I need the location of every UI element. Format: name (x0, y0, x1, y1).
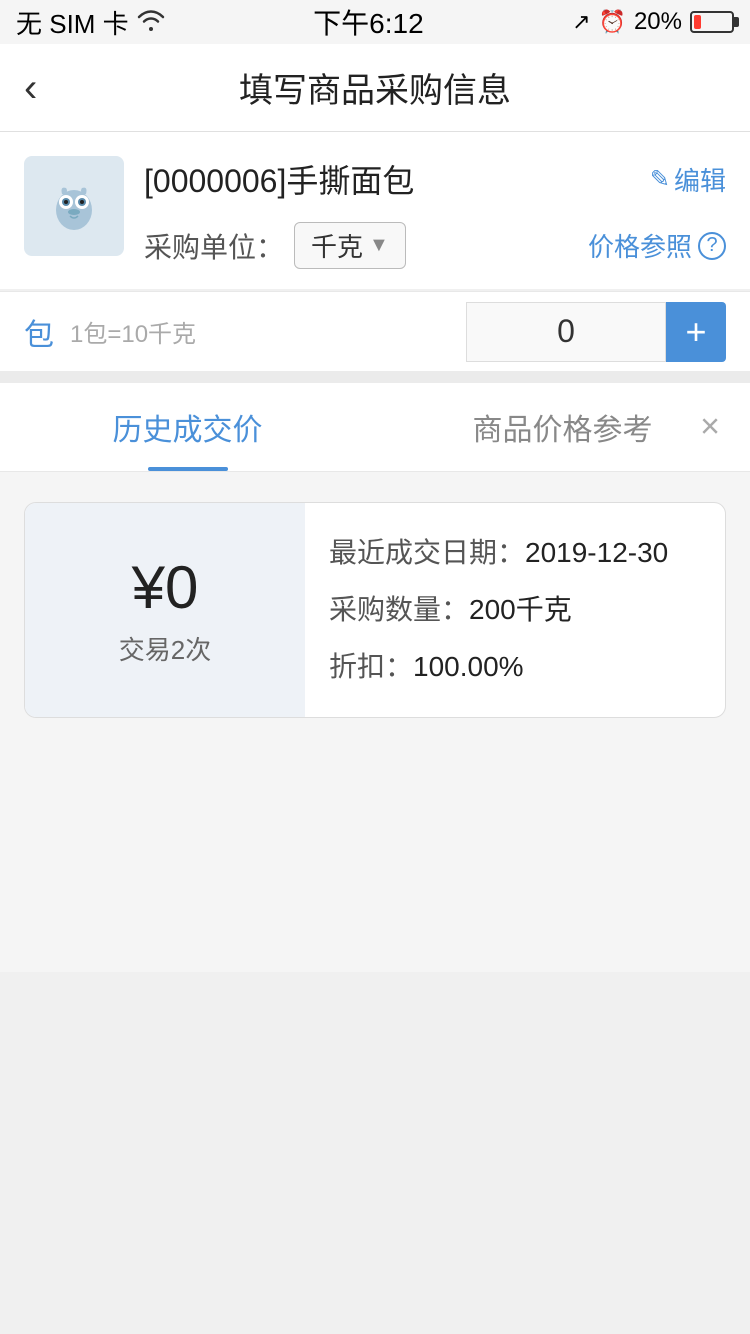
product-section: [0000006]手撕面包 ✎ 编辑 采购单位： 千克 ▼ 价格参照 ? (0, 132, 750, 289)
battery-percent: 20% (634, 8, 682, 36)
price-details: 最近成交日期：2019-12-30 采购数量：200千克 折扣：100.00% (305, 503, 725, 717)
product-name: [0000006]手撕面包 (144, 156, 414, 202)
quantity-increment-button[interactable]: + (666, 302, 726, 362)
section-separator (0, 371, 750, 383)
unit-dropdown-icon: ▼ (369, 234, 389, 257)
quantity-unit-label: 包 (24, 310, 54, 354)
product-row: [0000006]手撕面包 ✎ 编辑 采购单位： 千克 ▼ 价格参照 ? (24, 156, 726, 269)
edit-icon: ✎ (650, 165, 670, 194)
sim-label: 无 SIM 卡 (16, 4, 129, 41)
location-icon: ↗ (572, 9, 590, 35)
quantity-value: 0 (557, 313, 575, 350)
quantity-hint: 1包=10千克 (70, 314, 196, 349)
tab-close-button[interactable]: × (700, 408, 720, 447)
edit-label: 编辑 (674, 161, 726, 198)
price-detail-discount-label: 折扣： (329, 651, 413, 682)
price-detail-quantity-value: 200千克 (469, 594, 572, 625)
product-thumbnail (24, 156, 124, 256)
price-reference-button[interactable]: 价格参照 ? (588, 227, 726, 264)
price-transaction-count: 交易2次 (119, 630, 211, 667)
content-area: ¥0 交易2次 最近成交日期：2019-12-30 采购数量：200千克 折扣：… (0, 472, 750, 972)
price-detail-quantity-label: 采购数量： (329, 594, 469, 625)
quantity-input[interactable]: 0 (466, 302, 666, 362)
status-left: 无 SIM 卡 (16, 4, 165, 41)
price-summary: ¥0 交易2次 (25, 503, 305, 717)
price-detail-discount: 折扣：100.00% (329, 647, 701, 686)
status-bar: 无 SIM 卡 下午6:12 ↗ ⏰ 20% (0, 0, 750, 44)
alarm-icon: ⏰ (599, 9, 626, 35)
price-detail-discount-value: 100.00% (413, 651, 524, 682)
battery-fill (694, 15, 701, 29)
quantity-label-group: 包 1包=10千克 (24, 310, 196, 354)
battery-icon (690, 11, 734, 33)
quantity-input-group: 0 + (466, 302, 726, 362)
price-ref-label: 价格参照 (588, 227, 692, 264)
page-title: 填写商品采购信息 (239, 63, 511, 112)
purchase-unit-row: 采购单位： 千克 ▼ 价格参照 ? (144, 222, 726, 269)
quantity-section: 包 1包=10千克 0 + (0, 291, 750, 371)
tab-active-indicator (148, 467, 228, 471)
price-detail-quantity: 采购数量：200千克 (329, 590, 701, 629)
wifi-icon (137, 7, 165, 38)
price-amount: ¥0 (132, 553, 199, 622)
price-detail-date: 最近成交日期：2019-12-30 (329, 533, 701, 572)
unit-group: 采购单位： 千克 ▼ (144, 222, 406, 269)
unit-select[interactable]: 千克 ▼ (294, 222, 406, 269)
status-right: ↗ ⏰ 20% (572, 8, 734, 36)
nav-bar: ‹ 填写商品采购信息 (0, 44, 750, 132)
purchase-unit-label: 采购单位： (144, 226, 284, 266)
price-card: ¥0 交易2次 最近成交日期：2019-12-30 采购数量：200千克 折扣：… (24, 502, 726, 718)
tab-history-label: 历史成交价 (113, 405, 263, 449)
back-button[interactable]: ‹ (24, 68, 37, 108)
tab-price-reference[interactable]: 商品价格参考 (375, 383, 750, 471)
status-time: 下午6:12 (313, 2, 424, 42)
tabs-bar: 历史成交价 商品价格参考 × (0, 383, 750, 472)
tab-history-price[interactable]: 历史成交价 (0, 383, 375, 471)
product-name-row: [0000006]手撕面包 ✎ 编辑 (144, 156, 726, 202)
unit-value: 千克 (311, 227, 363, 264)
tab-reference-label: 商品价格参考 (473, 405, 653, 449)
help-icon: ? (698, 232, 726, 260)
edit-button[interactable]: ✎ 编辑 (650, 161, 726, 198)
price-detail-date-label: 最近成交日期： (329, 537, 525, 568)
price-detail-date-value: 2019-12-30 (525, 537, 668, 568)
product-info: [0000006]手撕面包 ✎ 编辑 采购单位： 千克 ▼ 价格参照 ? (144, 156, 726, 269)
